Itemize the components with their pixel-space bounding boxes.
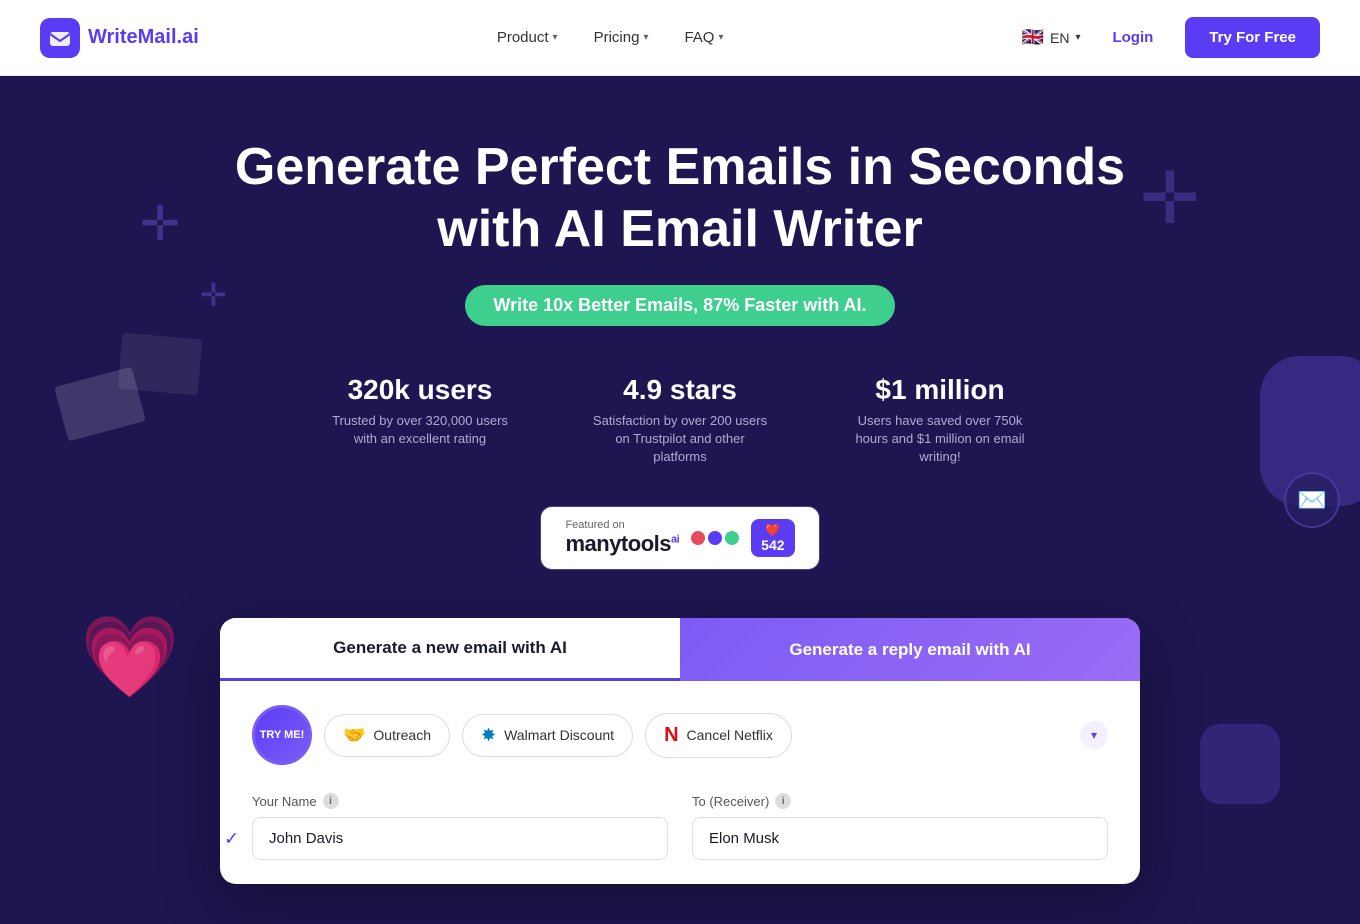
to-receiver-group: To (Receiver) i (692, 793, 1108, 860)
your-name-label: Your Name i (252, 793, 668, 809)
manytools-badge[interactable]: Featured on manytoolsai ❤️ 542 (540, 506, 819, 570)
navbar-right: 🇬🇧 EN ▾ Login Try For Free (1022, 17, 1320, 58)
stat-million: $1 million Users have saved over 750k ho… (850, 374, 1030, 467)
logo-text: WriteMail.ai (88, 26, 199, 49)
nav-faq[interactable]: FAQ ▾ (668, 21, 739, 54)
flag-icon: 🇬🇧 (1022, 27, 1044, 48)
manytools-content: Featured on manytoolsai (565, 519, 679, 557)
chat-circle: ✉️ (1284, 472, 1340, 528)
deco-cross-1: ✛ (140, 196, 180, 252)
tab-generate-new[interactable]: Generate a new email with AI (220, 618, 680, 681)
to-receiver-info-icon[interactable]: i (775, 793, 791, 809)
to-receiver-input[interactable] (692, 817, 1108, 860)
language-selector[interactable]: 🇬🇧 EN ▾ (1022, 27, 1081, 48)
templates-more-chevron[interactable]: ▾ (1080, 721, 1108, 749)
your-name-input-wrapper: ✓ (252, 817, 668, 860)
stat-stars: 4.9 stars Satisfaction by over 200 users… (590, 374, 770, 467)
manytools-count: ❤️ 542 (751, 519, 794, 557)
template-outreach[interactable]: 🤝 Outreach (324, 714, 450, 757)
navbar: WriteMail.ai Product ▾ Pricing ▾ FAQ ▾ 🇬… (0, 0, 1360, 76)
deco-blob-br (1200, 724, 1280, 804)
form-row: Your Name i ✓ To (Receiver) i (252, 793, 1108, 860)
netflix-icon: N (664, 724, 678, 747)
to-receiver-label: To (Receiver) i (692, 793, 1108, 809)
nav-pricing[interactable]: Pricing ▾ (578, 21, 665, 54)
chevron-down-icon: ▾ (718, 32, 723, 43)
manytools-dots (691, 531, 739, 545)
logo[interactable]: WriteMail.ai (40, 18, 199, 58)
hero-subtitle-badge: Write 10x Better Emails, 87% Faster with… (465, 285, 894, 326)
walmart-icon: ✸ (481, 725, 496, 746)
login-button[interactable]: Login (1096, 21, 1169, 54)
logo-icon (40, 18, 80, 58)
tab-generate-reply[interactable]: Generate a reply email with AI (680, 618, 1140, 681)
hero-title: Generate Perfect Emails in Seconds with … (230, 136, 1130, 261)
template-netflix[interactable]: N Cancel Netflix (645, 713, 792, 758)
hero-section: ✛ ✛ ✛ 💗 ✉️ Generate Perfect Emails in Se… (0, 76, 1360, 924)
nav-product[interactable]: Product ▾ (481, 21, 574, 54)
card-body: TRY ME! 🤝 Outreach ✸ Walmart Discount N … (220, 681, 1140, 884)
email-generator-card: Generate a new email with AI Generate a … (220, 618, 1140, 884)
outreach-emoji: 🤝 (343, 725, 365, 746)
your-name-group: Your Name i ✓ (252, 793, 668, 860)
chevron-down-icon: ▾ (643, 32, 648, 43)
try-me-badge: TRY ME! (252, 705, 312, 765)
deco-cross-2: ✛ (200, 276, 227, 314)
hero-stats: 320k users Trusted by over 320,000 users… (330, 374, 1030, 467)
template-walmart[interactable]: ✸ Walmart Discount (462, 714, 633, 757)
card-tabs: Generate a new email with AI Generate a … (220, 618, 1140, 681)
stat-users: 320k users Trusted by over 320,000 users… (330, 374, 510, 467)
your-name-info-icon[interactable]: i (323, 793, 339, 809)
deco-cross-3: ✛ (1140, 156, 1200, 240)
deco-envelope-2 (118, 333, 203, 396)
nav-links: Product ▾ Pricing ▾ FAQ ▾ (481, 21, 740, 54)
try-free-button[interactable]: Try For Free (1185, 17, 1320, 58)
check-icon: ✓ (224, 828, 239, 849)
deco-heart: 💗 (80, 610, 180, 704)
template-row: TRY ME! 🤝 Outreach ✸ Walmart Discount N … (252, 705, 1108, 765)
your-name-input[interactable] (252, 817, 668, 860)
chevron-down-icon: ▾ (1075, 32, 1080, 43)
chevron-down-icon: ▾ (553, 32, 558, 43)
